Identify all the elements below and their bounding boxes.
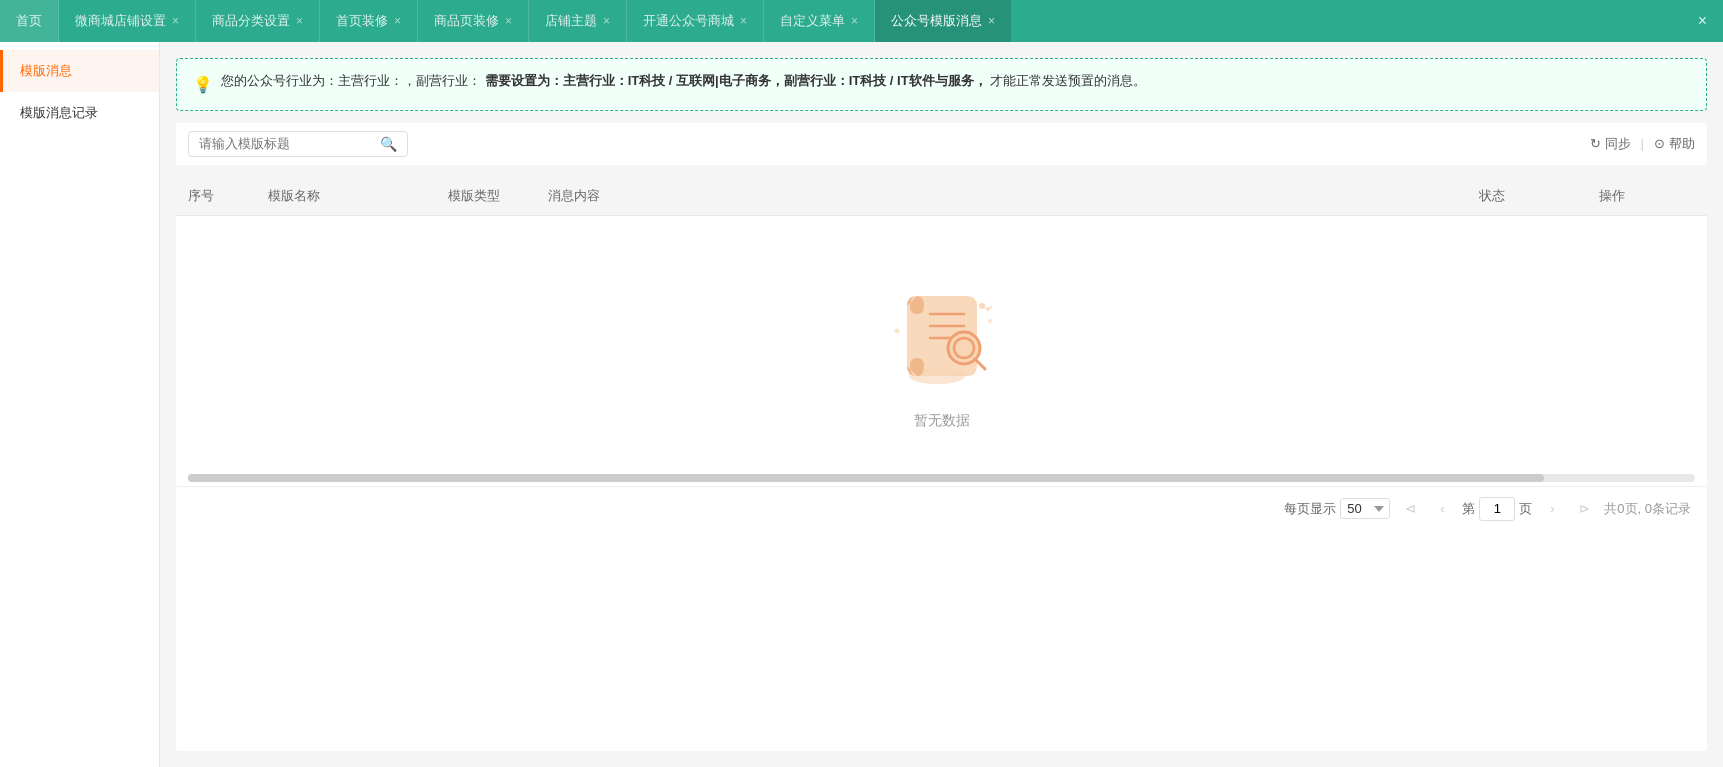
table-empty-row: 暂无数据 bbox=[176, 215, 1707, 470]
page-input-group: 第 页 bbox=[1462, 497, 1532, 521]
nav-tab-home[interactable]: 首页 bbox=[0, 0, 59, 42]
alert-text-highlight: 需要设置为：主营行业：IT科技 / 互联网|电子商务，副营行业：IT科技 / I… bbox=[485, 73, 987, 88]
prev-page-button[interactable]: ‹ bbox=[1430, 497, 1454, 521]
sync-button[interactable]: ↻ 同步 bbox=[1590, 135, 1631, 153]
svg-point-9 bbox=[894, 328, 899, 333]
per-page-label: 每页显示 bbox=[1284, 500, 1336, 518]
table-empty-cell: 暂无数据 bbox=[176, 215, 1707, 470]
sync-label: 同步 bbox=[1605, 135, 1631, 153]
main-layout: 模版消息模版消息记录 💡 您的公众号行业为：主营行业：，副营行业： 需要设置为：… bbox=[0, 42, 1723, 767]
pagination: 每页显示 102050100 ⊲ ‹ 第 页 › ⊳ 共0页, 0条记录 bbox=[176, 486, 1707, 531]
page-label: 第 bbox=[1462, 500, 1475, 518]
toolbar-divider: | bbox=[1641, 136, 1644, 151]
page-unit: 页 bbox=[1519, 500, 1532, 518]
empty-text: 暂无数据 bbox=[914, 412, 970, 430]
nav-tabs-container: 首页微商城店铺设置×商品分类设置×首页装修×商品页装修×店铺主题×开通公众号商城… bbox=[0, 0, 1682, 42]
search-input[interactable] bbox=[199, 136, 380, 151]
table-col-status: 状态 bbox=[1467, 177, 1587, 216]
content-area: 💡 您的公众号行业为：主营行业：，副营行业： 需要设置为：主营行业：IT科技 /… bbox=[160, 42, 1723, 767]
nav-tab-template-msg[interactable]: 公众号模版消息× bbox=[875, 0, 1012, 42]
sidebar-item-template-msg-log[interactable]: 模版消息记录 bbox=[0, 92, 159, 134]
nav-tab-open-wechat[interactable]: 开通公众号商城× bbox=[627, 0, 764, 42]
scrollbar-thumb[interactable] bbox=[188, 474, 1544, 482]
nav-tab-custom-menu[interactable]: 自定义菜单× bbox=[764, 0, 875, 42]
sync-icon: ↻ bbox=[1590, 136, 1601, 151]
table-wrapper: 序号模版名称模版类型消息内容状态操作 bbox=[176, 177, 1707, 751]
alert-text: 您的公众号行业为：主营行业：，副营行业： 需要设置为：主营行业：IT科技 / 互… bbox=[221, 71, 1146, 92]
svg-point-8 bbox=[988, 319, 992, 323]
search-icon[interactable]: 🔍 bbox=[380, 136, 397, 152]
help-icon: ⊙ bbox=[1654, 136, 1665, 151]
nav-tab-wshop-settings[interactable]: 微商城店铺设置× bbox=[59, 0, 196, 42]
nav-tab-close-category-settings[interactable]: × bbox=[296, 14, 303, 28]
nav-tab-close-template-msg[interactable]: × bbox=[988, 14, 995, 28]
next-page-button[interactable]: › bbox=[1540, 497, 1564, 521]
nav-tab-close-custom-menu[interactable]: × bbox=[851, 14, 858, 28]
toolbar-right: ↻ 同步 | ⊙ 帮助 bbox=[1590, 135, 1695, 153]
nav-tab-shop-theme[interactable]: 店铺主题× bbox=[529, 0, 627, 42]
help-label: 帮助 bbox=[1669, 135, 1695, 153]
table-col-index: 序号 bbox=[176, 177, 256, 216]
nav-tab-close-open-wechat[interactable]: × bbox=[740, 14, 747, 28]
total-info: 共0页, 0条记录 bbox=[1604, 500, 1691, 518]
nav-tab-category-settings[interactable]: 商品分类设置× bbox=[196, 0, 320, 42]
search-box: 🔍 bbox=[188, 131, 408, 157]
alert-icon: 💡 bbox=[193, 72, 213, 98]
nav-tab-close-home-decor[interactable]: × bbox=[394, 14, 401, 28]
table-body: 暂无数据 bbox=[176, 215, 1707, 470]
nav-tab-product-decor[interactable]: 商品页装修× bbox=[418, 0, 529, 42]
alert-box: 💡 您的公众号行业为：主营行业：，副营行业： 需要设置为：主营行业：IT科技 /… bbox=[176, 58, 1707, 111]
last-page-button[interactable]: ⊳ bbox=[1572, 497, 1596, 521]
page-number-input[interactable] bbox=[1479, 497, 1515, 521]
alert-text-before: 您的公众号行业为：主营行业：，副营行业： bbox=[221, 73, 481, 88]
table-header-row: 序号模版名称模版类型消息内容状态操作 bbox=[176, 177, 1707, 216]
nav-tab-close-product-decor[interactable]: × bbox=[505, 14, 512, 28]
first-page-button[interactable]: ⊲ bbox=[1398, 497, 1422, 521]
empty-state: 暂无数据 bbox=[176, 216, 1707, 470]
sidebar-item-template-msg[interactable]: 模版消息 bbox=[0, 50, 159, 92]
alert-text-after: 才能正常发送预置的消息。 bbox=[990, 73, 1146, 88]
toolbar: 🔍 ↻ 同步 | ⊙ 帮助 bbox=[176, 123, 1707, 165]
table-header: 序号模版名称模版类型消息内容状态操作 bbox=[176, 177, 1707, 216]
nav-tab-home-decor[interactable]: 首页装修× bbox=[320, 0, 418, 42]
per-page-selector: 每页显示 102050100 bbox=[1284, 498, 1390, 519]
empty-icon bbox=[882, 276, 1002, 396]
data-table: 序号模版名称模版类型消息内容状态操作 bbox=[176, 177, 1707, 470]
top-nav: 首页微商城店铺设置×商品分类设置×首页装修×商品页装修×店铺主题×开通公众号商城… bbox=[0, 0, 1723, 42]
sidebar: 模版消息模版消息记录 bbox=[0, 42, 160, 767]
nav-tab-close-shop-theme[interactable]: × bbox=[603, 14, 610, 28]
table-col-content: 消息内容 bbox=[536, 177, 1467, 216]
scrollbar-track[interactable] bbox=[188, 474, 1695, 482]
table-col-name: 模版名称 bbox=[256, 177, 436, 216]
svg-line-11 bbox=[985, 308, 989, 309]
svg-point-7 bbox=[979, 303, 985, 309]
per-page-select[interactable]: 102050100 bbox=[1340, 498, 1390, 519]
table-col-actions: 操作 bbox=[1587, 177, 1707, 216]
table-col-type: 模版类型 bbox=[436, 177, 536, 216]
nav-tab-close-wshop-settings[interactable]: × bbox=[172, 14, 179, 28]
global-close-button[interactable]: × bbox=[1682, 0, 1723, 42]
help-button[interactable]: ⊙ 帮助 bbox=[1654, 135, 1695, 153]
